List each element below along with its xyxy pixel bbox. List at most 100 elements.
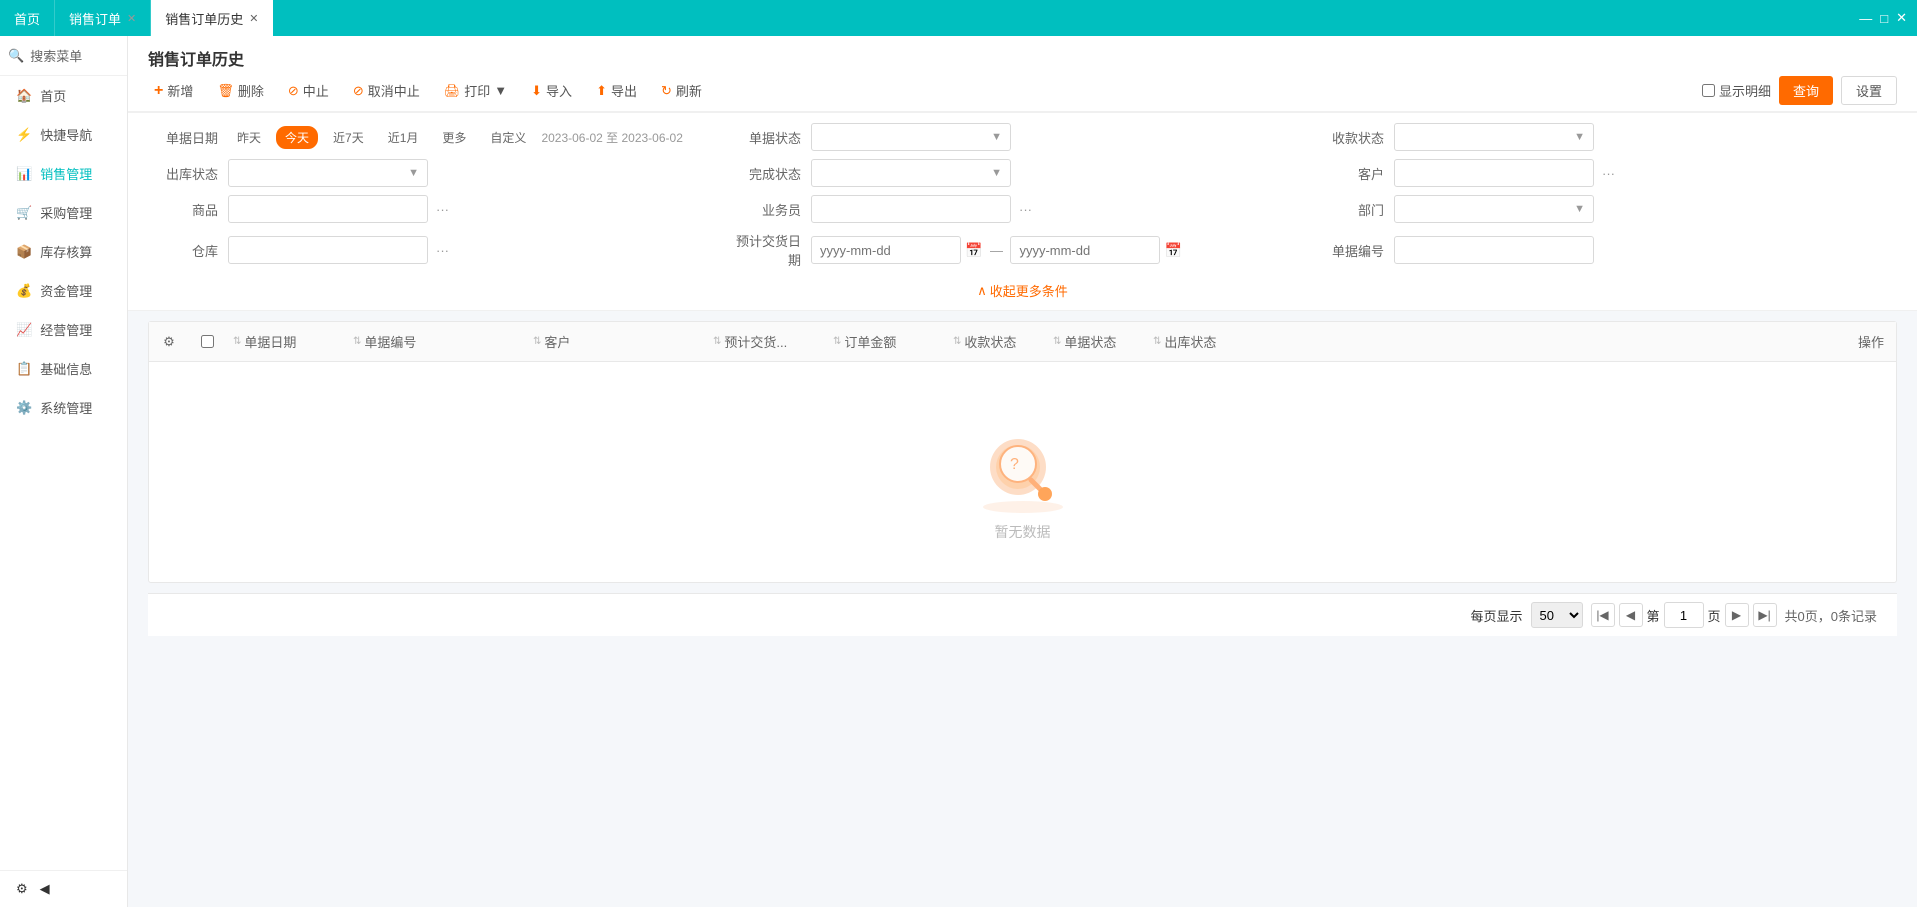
sidebar-item-sales[interactable]: 📊 销售管理 (0, 154, 127, 193)
delivery-date-label: 预计交货日期 (731, 231, 811, 269)
calendar-to-icon[interactable]: 📅 (1164, 242, 1181, 259)
tab-sales-order-close[interactable]: ✕ (127, 12, 136, 25)
sidebar: 🔍 搜索菜单 🏠 首页 ⚡ 快捷导航 📊 销售管理 🛒 采购管理 📦 库存核算 … (0, 36, 128, 907)
add-icon: + (154, 82, 163, 100)
date-1month-btn[interactable]: 近1月 (379, 126, 428, 149)
sidebar-search[interactable]: 🔍 搜索菜单 (0, 36, 127, 76)
setting-button[interactable]: 设置 (1841, 76, 1897, 105)
th-pay-status-label: 收款状态 (964, 332, 1016, 351)
sidebar-item-inventory[interactable]: 📦 库存核算 (0, 232, 127, 271)
customer-ellipsis[interactable]: ··· (1598, 166, 1619, 181)
refresh-button[interactable]: ↻ 刷新 (655, 78, 708, 103)
tab-home[interactable]: 首页 (0, 0, 55, 36)
prev-page-btn[interactable]: ◀ (1619, 603, 1643, 627)
sidebar-item-finance[interactable]: 💰 资金管理 (0, 271, 127, 310)
stop-button[interactable]: ⊘ 中止 (282, 78, 335, 103)
date-custom-btn[interactable]: 自定义 (481, 126, 535, 149)
tab-sales-order-label: 销售订单 (69, 9, 121, 28)
department-label: 部门 (1314, 200, 1394, 219)
empty-illustration: ? (963, 422, 1083, 522)
warehouse-ellipsis[interactable]: ··· (432, 243, 453, 258)
top-bar-minimize[interactable]: — (1859, 11, 1872, 26)
th-order-status[interactable]: ⇅ 单据状态 (1045, 332, 1145, 351)
date-today-btn[interactable]: 今天 (276, 126, 318, 149)
sidebar-collapse-icon[interactable]: ◀ (40, 881, 50, 897)
date-label: 单据日期 (148, 128, 228, 147)
select-all-checkbox[interactable] (201, 335, 214, 348)
add-button[interactable]: + 新增 (148, 78, 199, 103)
salesperson-ellipsis[interactable]: ··· (1015, 202, 1036, 217)
export-button[interactable]: ⬆ 导出 (590, 78, 643, 103)
cancel-stop-button[interactable]: ⊘ 取消中止 (347, 78, 426, 103)
page-size-label: 每页显示 (1470, 606, 1522, 625)
purchase-icon: 🛒 (16, 205, 32, 221)
salesperson-select[interactable] (811, 195, 1011, 223)
display-columns-checkbox[interactable]: 显示明细 (1702, 81, 1771, 100)
th-no[interactable]: ⇅ 单据编号 (345, 332, 525, 351)
sidebar-item-home[interactable]: 🏠 首页 (0, 76, 127, 115)
date-range-value: 2023-06-02 至 2023-06-02 (541, 129, 682, 146)
display-columns-label: 显示明细 (1719, 81, 1771, 100)
department-select[interactable]: ▼ (1394, 195, 1594, 223)
next-page-btn[interactable]: ▶ (1725, 603, 1749, 627)
page-input[interactable] (1664, 602, 1704, 628)
th-settings[interactable]: ⚙ (149, 334, 189, 350)
collapse-label: 收起更多条件 (990, 281, 1068, 300)
tab-sales-order-history[interactable]: 销售订单历史 ✕ (151, 0, 273, 36)
complete-status-label: 完成状态 (731, 164, 811, 183)
order-status-select[interactable]: ▼ (811, 123, 1011, 151)
product-select[interactable] (228, 195, 428, 223)
out-status-select[interactable]: ▼ (228, 159, 428, 187)
sidebar-item-quick-nav[interactable]: ⚡ 快捷导航 (0, 115, 127, 154)
import-button[interactable]: ⬇ 导入 (525, 78, 578, 103)
print-button[interactable]: 🖨 打印 ▼ (438, 78, 513, 103)
sidebar-item-purchase[interactable]: 🛒 采购管理 (0, 193, 127, 232)
sidebar-settings-icon[interactable]: ⚙ (16, 881, 28, 897)
last-page-btn[interactable]: ▶| (1753, 603, 1777, 627)
date-more-btn[interactable]: 更多 (433, 126, 475, 149)
th-customer[interactable]: ⇅ 客户 (525, 332, 705, 351)
page-jump-label: 第 (1647, 606, 1660, 625)
th-amount[interactable]: ⇅ 订单金额 (825, 332, 945, 351)
delete-button[interactable]: 🗑 删除 (211, 78, 270, 103)
collapse-button[interactable]: ∧ 收起更多条件 (977, 281, 1068, 300)
sidebar-item-system[interactable]: ⚙️ 系统管理 (0, 388, 127, 427)
delivery-date-from[interactable] (811, 236, 961, 264)
order-no-input[interactable] (1394, 236, 1594, 264)
home-icon: 🏠 (16, 88, 32, 104)
page-title: 销售订单历史 (148, 46, 244, 70)
th-out-status[interactable]: ⇅ 出库状态 (1145, 332, 1245, 351)
complete-status-select[interactable]: ▼ (811, 159, 1011, 187)
sidebar-item-basic-info[interactable]: 📋 基础信息 (0, 349, 127, 388)
th-date[interactable]: ⇅ 单据日期 (225, 332, 345, 351)
cancel-stop-icon: ⊘ (353, 83, 364, 99)
top-bar-maximize[interactable]: □ (1880, 11, 1888, 26)
top-bar-close[interactable]: ✕ (1896, 10, 1907, 26)
th-date-label: 单据日期 (244, 332, 296, 351)
tab-sales-order-history-close[interactable]: ✕ (249, 12, 258, 25)
order-status-label: 单据状态 (731, 128, 811, 147)
first-page-btn[interactable]: |◀ (1591, 603, 1615, 627)
payment-status-select[interactable]: ▼ (1394, 123, 1594, 151)
page-size-select[interactable]: 50 10 20 100 (1531, 602, 1583, 628)
filter-row-1: 单据日期 昨天 今天 近7天 近1月 更多 自定义 2023-06-02 至 2… (148, 123, 1897, 151)
query-button[interactable]: 查询 (1779, 76, 1833, 105)
date-yesterday-btn[interactable]: 昨天 (228, 126, 270, 149)
th-checkbox[interactable] (189, 335, 225, 348)
sales-icon: 📊 (16, 166, 32, 182)
delivery-date-to[interactable] (1010, 236, 1160, 264)
th-pay-status[interactable]: ⇅ 收款状态 (945, 332, 1045, 351)
calendar-from-icon[interactable]: 📅 (965, 242, 982, 259)
product-label: 商品 (148, 200, 228, 219)
th-delivery[interactable]: ⇅ 预计交货... (705, 332, 825, 351)
sidebar-item-operations[interactable]: 📈 经营管理 (0, 310, 127, 349)
product-ellipsis[interactable]: ··· (432, 202, 453, 217)
tab-home-label: 首页 (14, 9, 40, 28)
customer-select[interactable] (1394, 159, 1594, 187)
warehouse-select[interactable] (228, 236, 428, 264)
date-7days-btn[interactable]: 近7天 (324, 126, 373, 149)
basic-info-icon: 📋 (16, 361, 32, 377)
sidebar-item-basic-info-label: 基础信息 (40, 359, 92, 378)
display-columns-input[interactable] (1702, 84, 1715, 97)
tab-sales-order[interactable]: 销售订单 ✕ (55, 0, 151, 36)
